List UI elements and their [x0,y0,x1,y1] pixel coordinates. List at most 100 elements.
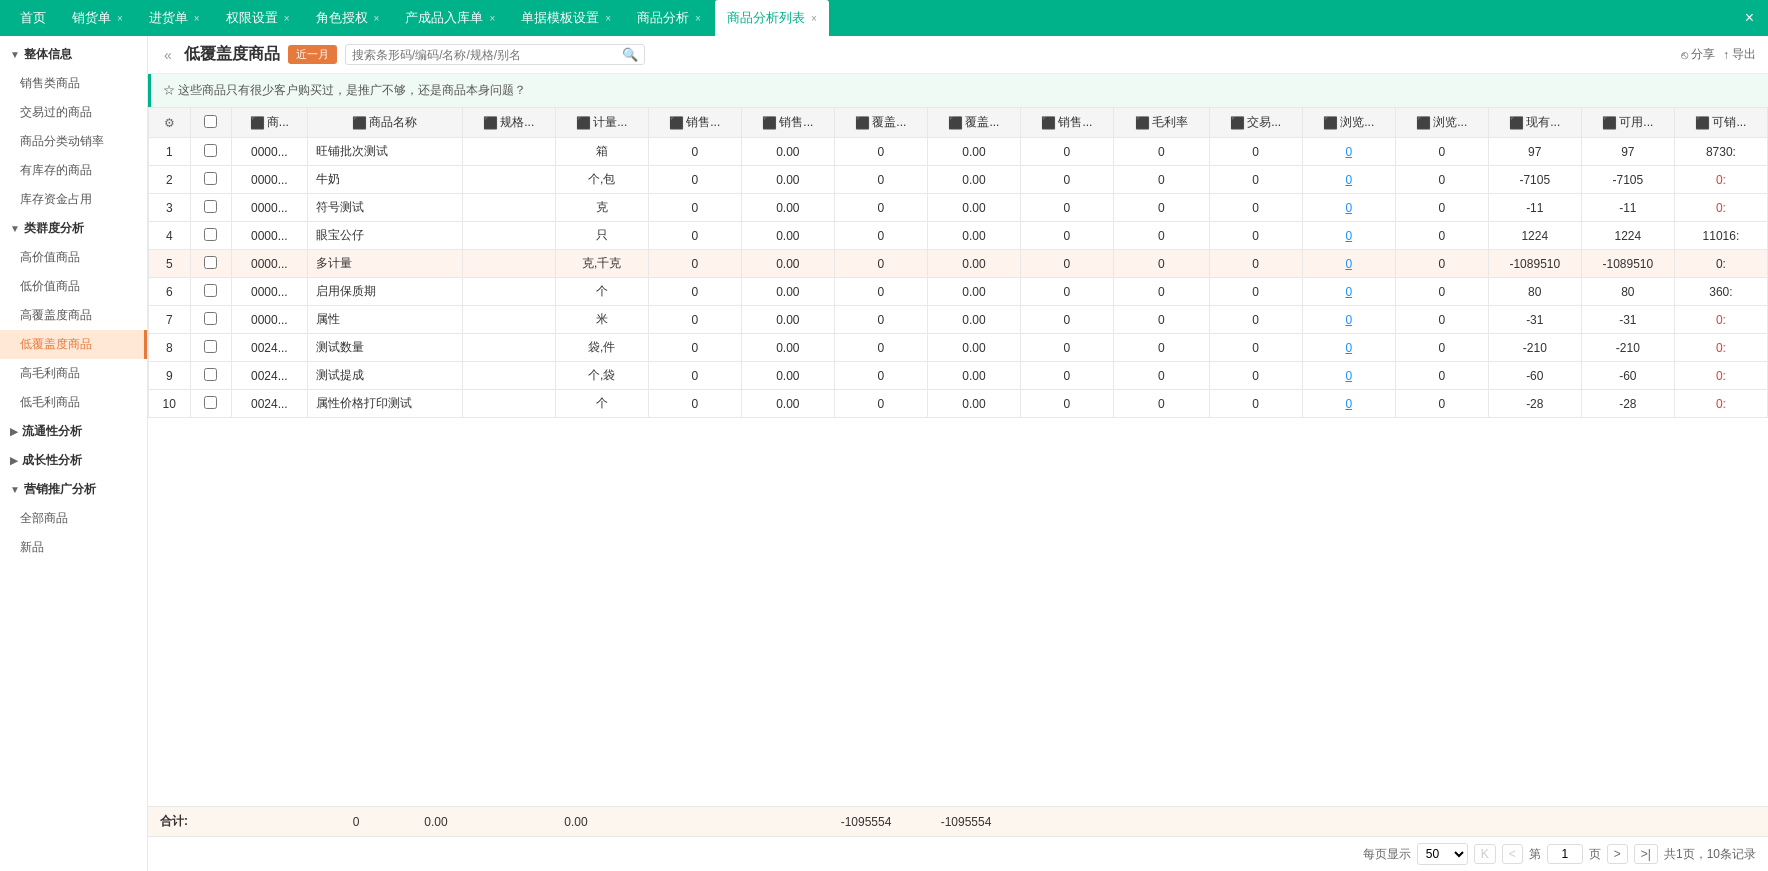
search-input[interactable] [352,48,618,62]
col-unit[interactable]: ⬛ 计量... [555,108,648,138]
nav-goods-analysis[interactable]: 商品分析 × [625,0,713,36]
row-checkbox-3[interactable] [204,228,217,241]
cell-browse1[interactable]: 0 [1302,222,1395,250]
nav-template-close[interactable]: × [605,13,611,24]
sidebar-section-cluster[interactable]: ▼ 类群度分析 [0,214,147,243]
sidebar-item-high-value[interactable]: 高价值商品 [0,243,147,272]
nav-permission[interactable]: 权限设置 × [214,0,302,36]
nav-permission-close[interactable]: × [284,13,290,24]
nav-purchase[interactable]: 进货单 × [137,0,212,36]
nav-sales[interactable]: 销货单 × [60,0,135,36]
sidebar-item-high-coverage[interactable]: 高覆盖度商品 [0,301,147,330]
sidebar-item-new-goods[interactable]: 新品 [0,533,147,562]
table-row: 100024...属性价格打印测试个00.0000.0000000-28-280… [149,390,1768,418]
sidebar-section-overview[interactable]: ▼ 整体信息 [0,40,147,69]
sidebar-section-growth[interactable]: ▶ 成长性分析 [0,446,147,475]
sidebar-section-marketing[interactable]: ▼ 营销推广分析 [0,475,147,504]
select-all-checkbox[interactable] [204,115,217,128]
col-coverage2[interactable]: ⬛ 覆盖... [927,108,1020,138]
cell-code: 0000... [231,278,308,306]
row-checkbox-0[interactable] [204,144,217,157]
col-spec[interactable]: ⬛ 规格... [462,108,555,138]
sidebar-item-low-margin[interactable]: 低毛利商品 [0,388,147,417]
time-filter-button[interactable]: 近一月 [288,45,337,64]
export-icon: ↑ [1723,48,1729,62]
cell-trade: 0 [1209,390,1302,418]
col-browse2[interactable]: ⬛ 浏览... [1395,108,1488,138]
col-name[interactable]: ⬛ 商品名称 [308,108,463,138]
cell-gross: 0 [1113,166,1209,194]
cell-browse1[interactable]: 0 [1302,390,1395,418]
first-page-btn[interactable]: K [1474,844,1496,864]
close-all-tabs[interactable]: × [1739,9,1760,27]
cell-sales-x: 0 [1020,222,1113,250]
sidebar-section-circulation[interactable]: ▶ 流通性分析 [0,417,147,446]
row-checkbox-9[interactable] [204,396,217,409]
cell-saleable: 11016: [1674,222,1767,250]
cell-browse1[interactable]: 0 [1302,250,1395,278]
nav-goods-analysis-list-close[interactable]: × [811,13,817,24]
sidebar-item-high-margin[interactable]: 高毛利商品 [0,359,147,388]
cell-available: 1224 [1581,222,1674,250]
cell-name: 属性 [308,306,463,334]
nav-product-entry[interactable]: 产成品入库单 × [393,0,507,36]
cell-name: 多计量 [308,250,463,278]
settings-icon[interactable]: ⚙ [164,116,175,130]
nav-home[interactable]: 首页 [8,0,58,36]
sidebar-item-traded-goods[interactable]: 交易过的商品 [0,98,147,127]
cell-no: 9 [149,362,191,390]
row-checkbox-7[interactable] [204,340,217,353]
row-checkbox-1[interactable] [204,172,217,185]
nav-role[interactable]: 角色授权 × [304,0,392,36]
col-coverage1[interactable]: ⬛ 覆盖... [834,108,927,138]
col-trade[interactable]: ⬛ 交易... [1209,108,1302,138]
nav-role-close[interactable]: × [374,13,380,24]
export-button[interactable]: ↑ 导出 [1723,46,1756,63]
sidebar-item-low-value[interactable]: 低价值商品 [0,272,147,301]
row-checkbox-2[interactable] [204,200,217,213]
cell-browse1[interactable]: 0 [1302,138,1395,166]
nav-goods-analysis-list[interactable]: 商品分析列表 × [715,0,829,36]
cell-cov2: 0.00 [927,250,1020,278]
prev-page-btn[interactable]: < [1502,844,1523,864]
nav-goods-analysis-close[interactable]: × [695,13,701,24]
row-checkbox-5[interactable] [204,284,217,297]
cell-browse1[interactable]: 0 [1302,194,1395,222]
sidebar-item-stock-goods[interactable]: 有库存的商品 [0,156,147,185]
cell-gross: 0 [1113,306,1209,334]
collapse-sidebar-btn[interactable]: « [160,45,176,65]
cell-browse1[interactable]: 0 [1302,278,1395,306]
col-current[interactable]: ⬛ 现有... [1488,108,1581,138]
cell-browse1[interactable]: 0 [1302,334,1395,362]
nav-product-entry-close[interactable]: × [489,13,495,24]
col-gross-rate[interactable]: ⬛ 毛利率 [1113,108,1209,138]
sidebar-item-all-goods[interactable]: 全部商品 [0,504,147,533]
share-button[interactable]: ⎋ 分享 [1681,46,1715,63]
page-size-select[interactable]: 50 20 100 200 [1417,843,1468,865]
col-settings[interactable]: ⚙ [149,108,191,138]
sidebar-item-low-coverage[interactable]: 低覆盖度商品 [0,330,147,359]
cell-browse1[interactable]: 0 [1302,166,1395,194]
sidebar-item-sales-goods[interactable]: 销售类商品 [0,69,147,98]
col-saleable[interactable]: ⬛ 可销... [1674,108,1767,138]
last-page-btn[interactable]: >| [1634,844,1658,864]
cell-browse1[interactable]: 0 [1302,362,1395,390]
sidebar-item-category-rate[interactable]: 商品分类动销率 [0,127,147,156]
row-checkbox-4[interactable] [204,256,217,269]
col-available[interactable]: ⬛ 可用... [1581,108,1674,138]
col-code[interactable]: ⬛ 商... [231,108,308,138]
col-sales-qty[interactable]: ⬛ 销售... [648,108,741,138]
col-sales-amt[interactable]: ⬛ 销售... [741,108,834,138]
cell-spec [462,334,555,362]
current-page-input[interactable] [1547,844,1583,864]
row-checkbox-8[interactable] [204,368,217,381]
nav-sales-close[interactable]: × [117,13,123,24]
next-page-btn[interactable]: > [1607,844,1628,864]
sidebar-item-stock-capital[interactable]: 库存资金占用 [0,185,147,214]
cell-browse1[interactable]: 0 [1302,306,1395,334]
col-sales-x[interactable]: ⬛ 销售... [1020,108,1113,138]
nav-template[interactable]: 单据模板设置 × [509,0,623,36]
nav-purchase-close[interactable]: × [194,13,200,24]
row-checkbox-6[interactable] [204,312,217,325]
col-browse1[interactable]: ⬛ 浏览... [1302,108,1395,138]
